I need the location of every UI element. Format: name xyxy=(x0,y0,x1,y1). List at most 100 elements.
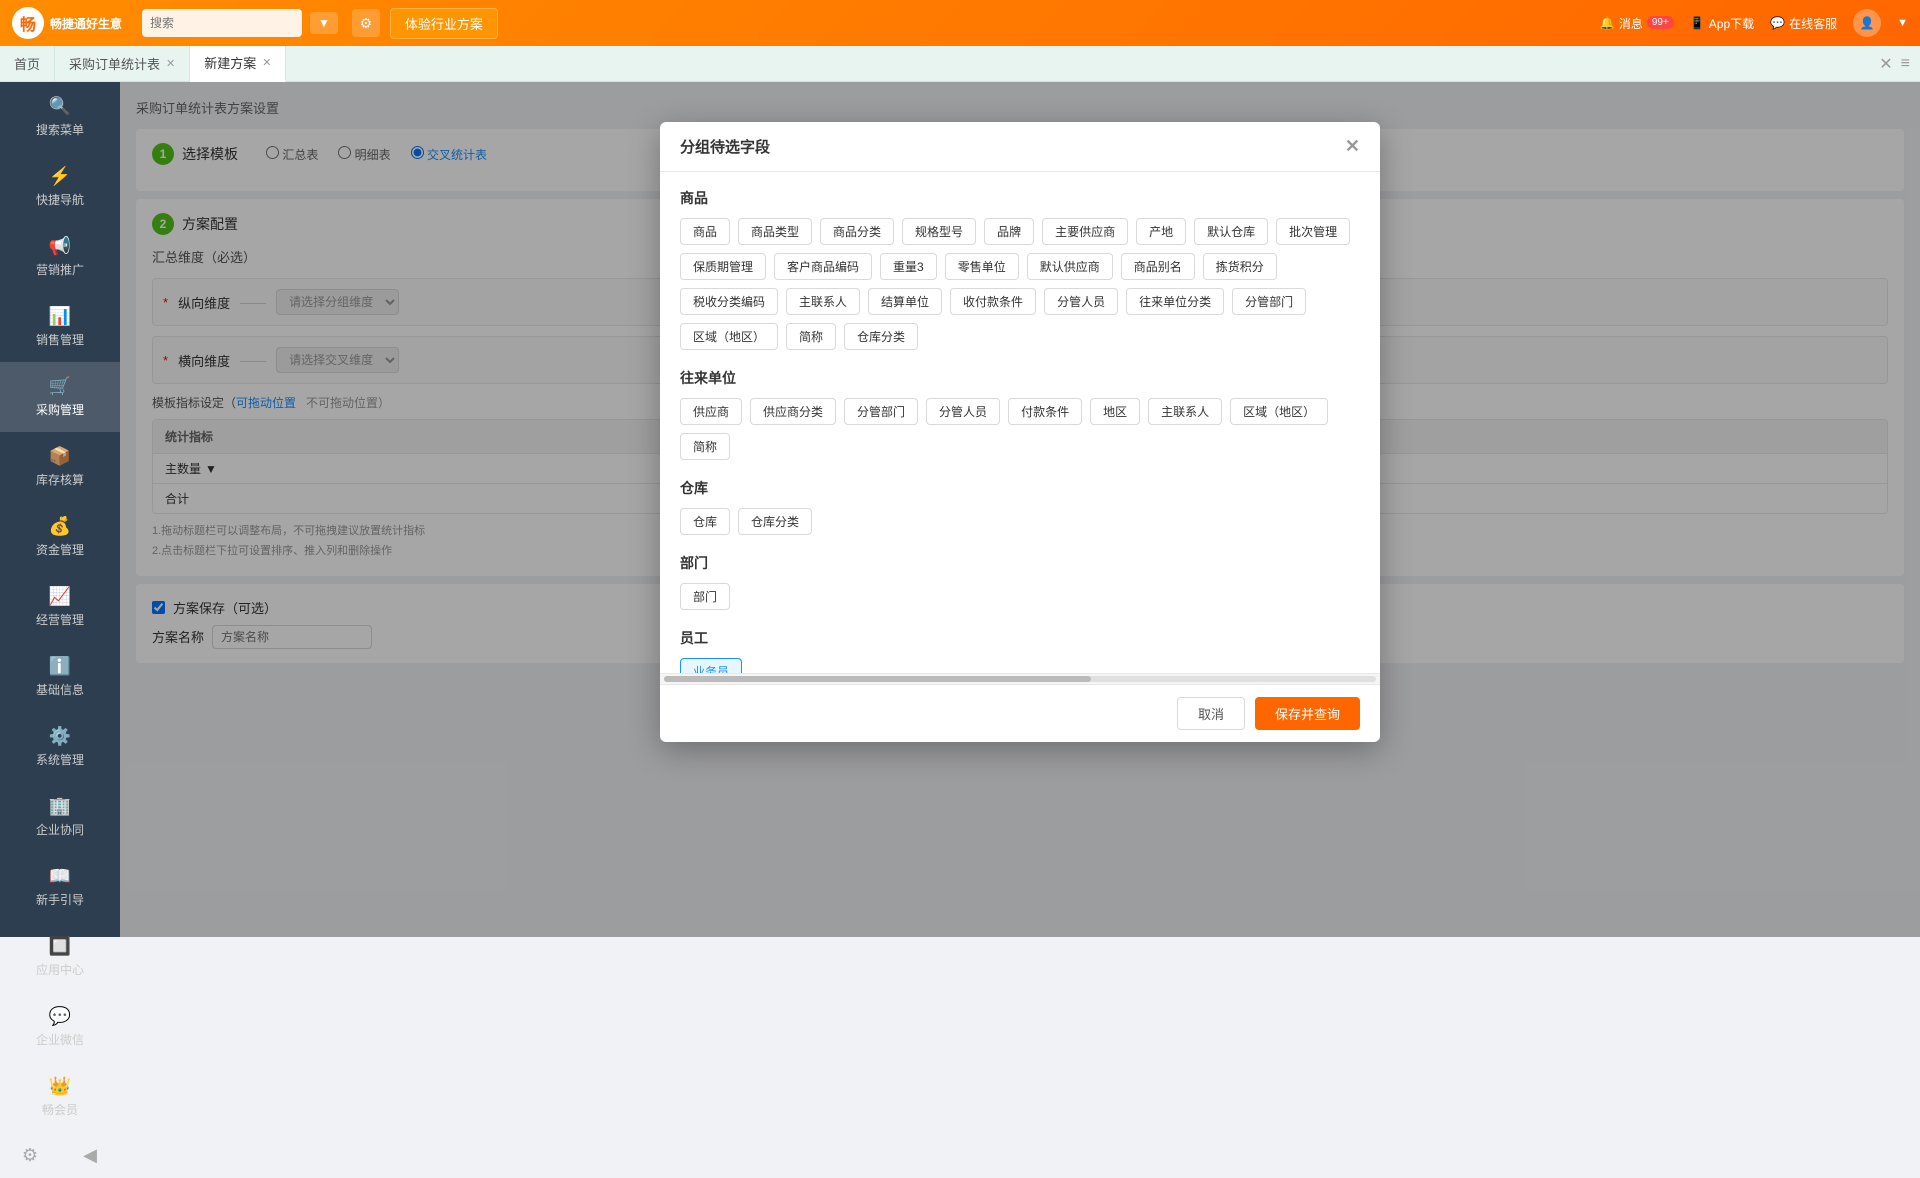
sidebar: 🔍 搜索菜单 ⚡ 快捷导航 📢 营销推广 📊 销售管理 🛒 采购管理 📦 库存核… xyxy=(0,82,120,937)
sidebar-item-purchase[interactable]: 🛒 采购管理 xyxy=(0,362,120,432)
search-dropdown-btn[interactable]: ▼ xyxy=(310,12,338,34)
sidebar-toggle-btn[interactable]: ◀ xyxy=(60,1133,120,1178)
operations-icon: 📈 xyxy=(49,586,71,607)
sidebar-settings-btn[interactable]: ⚙ xyxy=(0,1133,60,1178)
logo-text: 畅捷通好生意 xyxy=(50,15,122,32)
tag-brand[interactable]: 品牌 xyxy=(984,218,1034,245)
tag-main-supplier[interactable]: 主要供应商 xyxy=(1042,218,1128,245)
sidebar-item-inventory[interactable]: 📦 库存核算 xyxy=(0,432,120,502)
section-employee-tags: 业务员 xyxy=(680,658,1360,673)
tag-region2[interactable]: 区域（地区） xyxy=(1230,398,1328,425)
app-download-label: App下载 xyxy=(1709,15,1754,32)
section-partner-tags: 供应商 供应商分类 分管部门 分管人员 付款条件 地区 主联系人 区域（地区） … xyxy=(680,398,1360,460)
tag-goods[interactable]: 商品 xyxy=(680,218,730,245)
tag-customer-code[interactable]: 客户商品编码 xyxy=(774,253,872,280)
sidebar-item-label: 新手引导 xyxy=(36,891,84,908)
tab-new-scheme[interactable]: 新建方案 ✕ xyxy=(190,46,286,82)
sidebar-item-guide[interactable]: 📖 新手引导 xyxy=(0,852,120,922)
sidebar-item-member[interactable]: 👑 畅会员 xyxy=(0,1062,120,1132)
sidebar-item-system[interactable]: ⚙️ 系统管理 xyxy=(0,712,120,782)
avatar-icon: 👤 xyxy=(1860,16,1875,30)
settings-icon[interactable]: ⚙ xyxy=(352,9,380,37)
tag-default-supplier[interactable]: 默认供应商 xyxy=(1027,253,1113,280)
tag-mgmt-person[interactable]: 分管人员 xyxy=(926,398,1000,425)
experience-btn[interactable]: 体验行业方案 xyxy=(390,8,498,39)
tag-area[interactable]: 地区 xyxy=(1090,398,1140,425)
sidebar-item-enterprise[interactable]: 🏢 企业协同 xyxy=(0,782,120,852)
tag-batch-mgmt[interactable]: 批次管理 xyxy=(1276,218,1350,245)
modal-title: 分组待选字段 xyxy=(680,136,770,157)
sidebar-item-wechat[interactable]: 💬 企业微信 xyxy=(0,992,120,1062)
tag-origin[interactable]: 产地 xyxy=(1136,218,1186,245)
tag-salesperson[interactable]: 业务员 xyxy=(680,658,742,673)
tag-short-name2[interactable]: 简称 xyxy=(680,433,730,460)
app-download-item[interactable]: 📱 App下载 xyxy=(1690,15,1754,32)
tab-home[interactable]: 首页 xyxy=(0,46,55,82)
tag-expiry-mgmt[interactable]: 保质期管理 xyxy=(680,253,766,280)
sidebar-item-app-center[interactable]: 🔲 应用中心 xyxy=(0,922,120,992)
tag-warehouse[interactable]: 仓库 xyxy=(680,508,730,535)
sidebar-item-label: 基础信息 xyxy=(36,681,84,698)
notification-item[interactable]: 🔔 消息 99+ xyxy=(1600,15,1674,32)
sidebar-item-quick-nav[interactable]: ⚡ 快捷导航 xyxy=(0,152,120,222)
sidebar-item-label: 经营管理 xyxy=(36,611,84,628)
tab-purchase-stats-label: 采购订单统计表 xyxy=(69,54,160,73)
tab-menu-icon[interactable]: ≡ xyxy=(1901,55,1910,73)
tag-partner-category[interactable]: 往来单位分类 xyxy=(1126,288,1224,315)
tag-pick-score[interactable]: 拣货积分 xyxy=(1203,253,1277,280)
tab-new-scheme-close-icon[interactable]: ✕ xyxy=(262,56,271,69)
tag-goods-type[interactable]: 商品类型 xyxy=(738,218,812,245)
tag-spec-model[interactable]: 规格型号 xyxy=(902,218,976,245)
tag-default-warehouse[interactable]: 默认仓库 xyxy=(1194,218,1268,245)
header-search: ▼ ⚙ xyxy=(142,9,380,37)
tag-main-contact[interactable]: 主联系人 xyxy=(786,288,860,315)
section-goods: 商品 商品 商品类型 商品分类 规格型号 品牌 主要供应商 产地 默认仓库 批次… xyxy=(680,188,1360,350)
modal-confirm-btn[interactable]: 保存并查询 xyxy=(1255,697,1360,730)
top-header: 畅 畅捷通好生意 ▼ ⚙ 体验行业方案 🔔 消息 99+ 📱 App下载 💬 在… xyxy=(0,0,1920,46)
sidebar-item-label: 销售管理 xyxy=(36,331,84,348)
tag-goods-alias[interactable]: 商品别名 xyxy=(1121,253,1195,280)
sidebar-item-marketing[interactable]: 📢 营销推广 xyxy=(0,222,120,292)
tag-department[interactable]: 部门 xyxy=(680,583,730,610)
online-service-item[interactable]: 💬 在线客服 xyxy=(1770,15,1837,32)
tab-close-all-icon[interactable]: ✕ xyxy=(1879,54,1892,74)
sidebar-item-search-menu[interactable]: 🔍 搜索菜单 xyxy=(0,82,120,152)
sidebar-bottom: ⚙ ◀ xyxy=(0,1132,120,1178)
sidebar-item-sales[interactable]: 📊 销售管理 xyxy=(0,292,120,362)
tag-weight3[interactable]: 重量3 xyxy=(880,253,937,280)
modal-hscrollbar[interactable] xyxy=(660,673,1380,684)
tag-warehouse-cat[interactable]: 仓库分类 xyxy=(738,508,812,535)
tab-new-scheme-label: 新建方案 xyxy=(204,53,256,72)
tag-supervisor[interactable]: 分管人员 xyxy=(1044,288,1118,315)
tag-region[interactable]: 区域（地区） xyxy=(680,323,778,350)
avatar[interactable]: 👤 xyxy=(1853,9,1881,37)
section-partner: 往来单位 供应商 供应商分类 分管部门 分管人员 付款条件 地区 主联系人 区域… xyxy=(680,368,1360,460)
modal-cancel-btn[interactable]: 取消 xyxy=(1177,697,1245,730)
modal-close-icon[interactable]: ✕ xyxy=(1345,136,1360,157)
tag-warehouse-category[interactable]: 仓库分类 xyxy=(844,323,918,350)
section-warehouse: 仓库 仓库 仓库分类 xyxy=(680,478,1360,535)
sidebar-item-operations[interactable]: 📈 经营管理 xyxy=(0,572,120,642)
tag-short-name[interactable]: 简称 xyxy=(786,323,836,350)
tag-payment-terms[interactable]: 收付款条件 xyxy=(950,288,1036,315)
tag-dept[interactable]: 分管部门 xyxy=(1232,288,1306,315)
tag-main-contact2[interactable]: 主联系人 xyxy=(1148,398,1222,425)
tag-retail-unit[interactable]: 零售单位 xyxy=(945,253,1019,280)
sales-icon: 📊 xyxy=(49,306,71,327)
sidebar-item-label: 库存核算 xyxy=(36,471,84,488)
tag-tax-code[interactable]: 税收分类编码 xyxy=(680,288,778,315)
tag-supplier[interactable]: 供应商 xyxy=(680,398,742,425)
search-input[interactable] xyxy=(142,9,302,37)
tab-purchase-close-icon[interactable]: ✕ xyxy=(166,57,175,70)
user-name: ▼ xyxy=(1897,17,1908,29)
sidebar-item-basic-info[interactable]: ℹ️ 基础信息 xyxy=(0,642,120,712)
tag-supplier-category[interactable]: 供应商分类 xyxy=(750,398,836,425)
tag-mgmt-dept[interactable]: 分管部门 xyxy=(844,398,918,425)
enterprise-icon: 🏢 xyxy=(49,796,71,817)
sidebar-item-label: 系统管理 xyxy=(36,751,84,768)
tag-settle-unit[interactable]: 结算单位 xyxy=(868,288,942,315)
tag-payment-condition[interactable]: 付款条件 xyxy=(1008,398,1082,425)
tab-purchase-stats[interactable]: 采购订单统计表 ✕ xyxy=(55,46,190,82)
sidebar-item-finance[interactable]: 💰 资金管理 xyxy=(0,502,120,572)
tag-goods-category[interactable]: 商品分类 xyxy=(820,218,894,245)
